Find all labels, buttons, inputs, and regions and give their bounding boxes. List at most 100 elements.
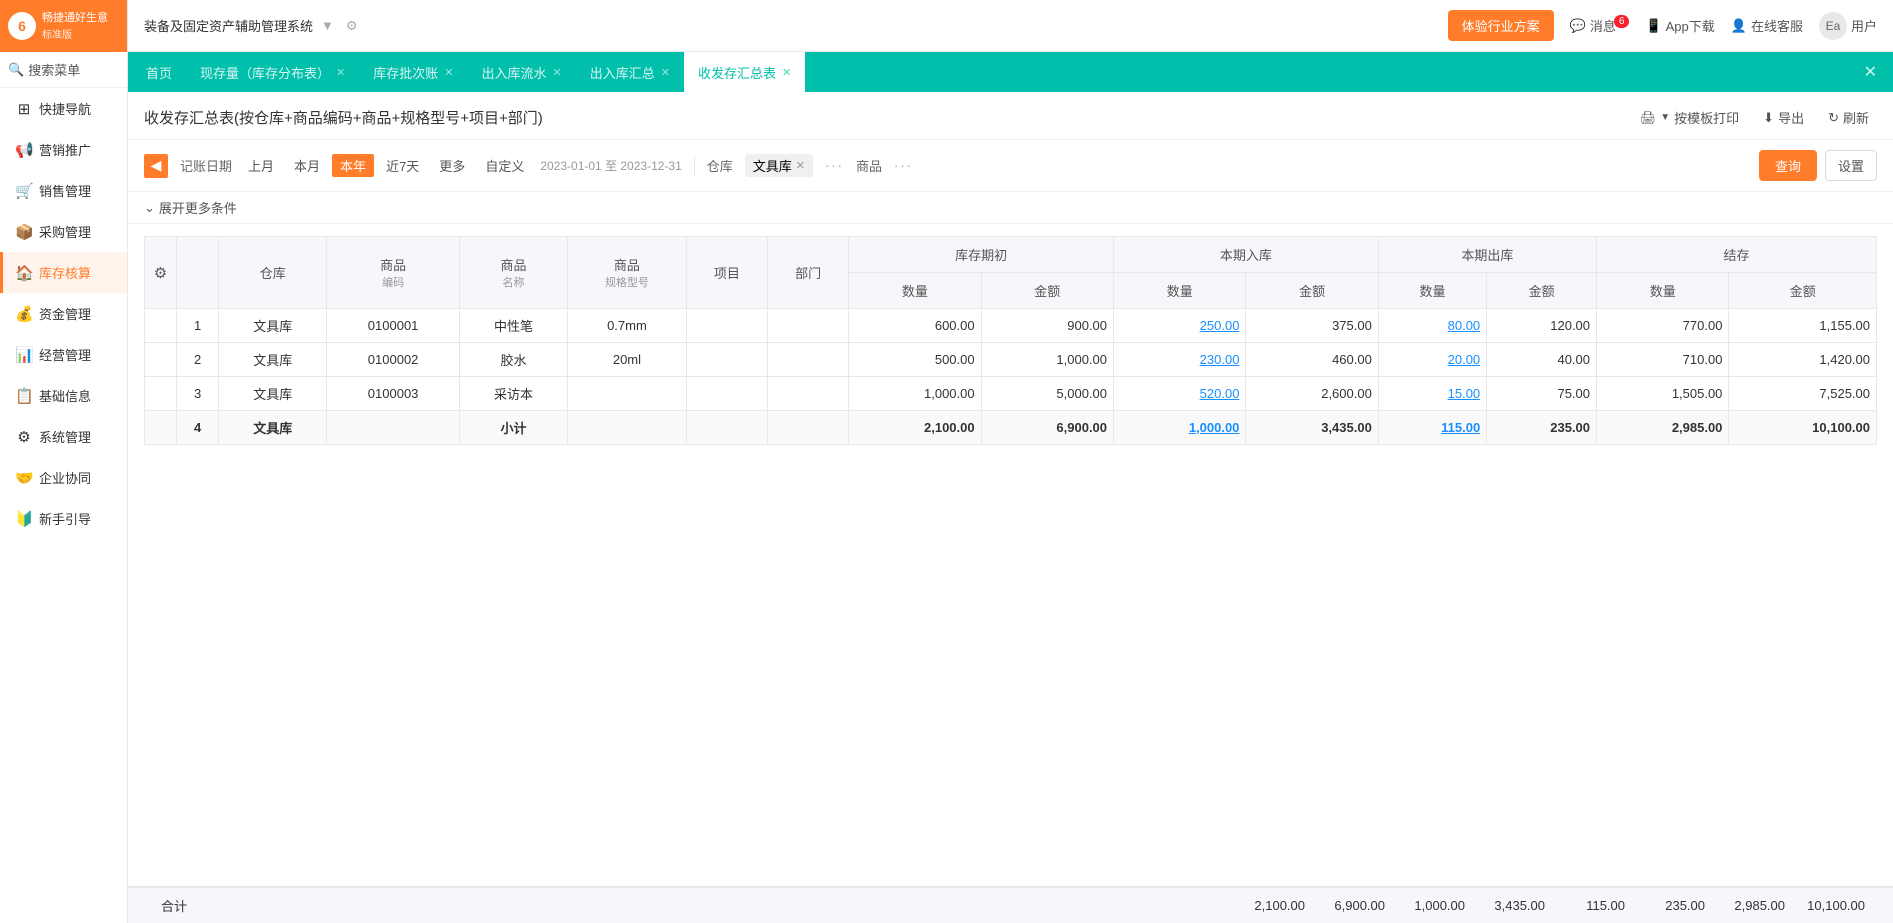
date-opt-last-month[interactable]: 上月 (240, 154, 282, 177)
tab-stock-dist-close[interactable]: ✕ (336, 66, 345, 79)
sidebar-item-quick-nav[interactable]: ⊞ 快捷导航 (0, 88, 127, 129)
sidebar-item-sales[interactable]: 🛒 销售管理 (0, 170, 127, 211)
sidebar-item-guide[interactable]: 🔰 新手引导 (0, 498, 127, 539)
export-button[interactable]: ⬇ 导出 (1755, 104, 1812, 131)
footer-out-qty: 115.00 (1557, 898, 1637, 913)
message-group[interactable]: 💬 消息 6 (1570, 16, 1630, 35)
message-icon: 💬 (1570, 18, 1586, 34)
warehouse-tag-close[interactable]: ✕ (796, 159, 805, 172)
service-icon: 👤 (1731, 18, 1747, 34)
table-row-2-warehouse-cell: 文具库 (219, 343, 327, 377)
tab-stock-summary[interactable]: 出入库汇总 ✕ (576, 52, 684, 92)
sidebar-item-finance[interactable]: 💰 资金管理 (0, 293, 127, 334)
th-in-qty: 数量 (1114, 273, 1246, 309)
export-icon: ⬇ (1763, 110, 1774, 126)
sidebar-item-operations[interactable]: 📊 经营管理 (0, 334, 127, 375)
tab-home[interactable]: 首页 (132, 52, 186, 92)
sidebar-item-label: 库存核算 (39, 263, 91, 282)
table-row-3-out-qty-cell[interactable]: 15.00 (1378, 377, 1486, 411)
date-filter-section: 记账日期 上月 本月 本年 近7天 更多 自定义 2023-01-01 至 20… (180, 154, 682, 177)
table-row-3-warehouse-cell: 文具库 (219, 377, 327, 411)
table-row-1-out-qty-cell[interactable]: 80.00 (1378, 309, 1486, 343)
tab-batch-ledger[interactable]: 库存批次账 ✕ (359, 52, 467, 92)
table-row-4-opening-qty-cell: 2,100.00 (849, 411, 981, 445)
date-opt-custom[interactable]: 自定义 (477, 154, 532, 177)
table-row-3-opening-amt-cell: 5,000.00 (981, 377, 1113, 411)
footer-opening-amt: 6,900.00 (1317, 898, 1397, 913)
expand-more-label: 展开更多条件 (159, 198, 237, 217)
tab-bar-close[interactable]: ✕ (1852, 62, 1889, 82)
table-settings-icon[interactable]: ⚙ (154, 265, 167, 282)
print-button[interactable]: 🖨 ▼ 按模板打印 (1632, 104, 1747, 131)
tab-stock-flow-label: 出入库流水 (481, 63, 546, 82)
filter-settings-button[interactable]: 设置 (1825, 150, 1877, 181)
footer-closing-qty: 2,985.00 (1717, 898, 1797, 913)
tab-stock-flow-close[interactable]: ✕ (553, 66, 562, 79)
tab-recv-send-summary[interactable]: 收发存汇总表 ✕ (684, 52, 805, 92)
guide-icon: 🔰 (15, 510, 33, 528)
tab-stock-flow[interactable]: 出入库流水 ✕ (467, 52, 575, 92)
expand-more-row: ⌄ 展开更多条件 (128, 192, 1893, 224)
tab-recv-send-summary-close[interactable]: ✕ (782, 66, 791, 79)
goods-more-dots[interactable]: ··· (894, 158, 913, 173)
trial-button[interactable]: 体验行业方案 (1448, 10, 1554, 41)
date-opt-7days[interactable]: 近7天 (378, 154, 427, 177)
sidebar-item-system[interactable]: ⚙ 系统管理 (0, 416, 127, 457)
refresh-icon: ↻ (1828, 110, 1839, 126)
table-row-4-goods-name-cell: 小计 (459, 411, 567, 445)
table-row-4-in-qty-cell[interactable]: 1,000.00 (1114, 411, 1246, 445)
tab-batch-ledger-close[interactable]: ✕ (444, 66, 453, 79)
date-opt-this-year[interactable]: 本年 (332, 154, 374, 177)
refresh-button[interactable]: ↻ 刷新 (1820, 104, 1877, 131)
table-row-1-in-amt-cell: 375.00 (1246, 309, 1378, 343)
query-button[interactable]: 查询 (1759, 150, 1817, 181)
dropdown-icon: ▼ (321, 18, 334, 33)
user-group[interactable]: Ea 用户 (1819, 12, 1877, 40)
main-area: 装备及固定资产辅助管理系统 ▼ ⚙ 体验行业方案 💬 消息 6 📱 App下载 … (128, 0, 1893, 923)
table-row-2-row-settings-cell (145, 343, 177, 377)
table-row-4-out-qty-cell[interactable]: 115.00 (1378, 411, 1486, 445)
table-row-2-goods-spec-cell: 20ml (568, 343, 687, 377)
table-row-1-in-qty-cell[interactable]: 250.00 (1114, 309, 1246, 343)
warehouse-more-dots[interactable]: ··· (825, 158, 844, 173)
th-goods-code: 商品编码 (327, 237, 459, 309)
table-row-2-in-qty-cell[interactable]: 230.00 (1114, 343, 1246, 377)
th-closing-amt: 金额 (1729, 273, 1877, 309)
date-opt-this-month[interactable]: 本月 (286, 154, 328, 177)
page-inner: 收发存汇总表(按仓库+商品编码+商品+规格型号+项目+部门) 🖨 ▼ 按模板打印… (128, 92, 1893, 886)
settings-icon[interactable]: ⚙ (346, 18, 358, 34)
expand-more-button[interactable]: ⌄ 展开更多条件 (144, 198, 237, 217)
sidebar-item-cooperation[interactable]: 🤝 企业协同 (0, 457, 127, 498)
date-opt-more[interactable]: 更多 (431, 154, 473, 177)
th-closing-qty: 数量 (1597, 273, 1729, 309)
table-row-3-row-num-cell: 3 (177, 377, 219, 411)
table-row-3-in-amt-cell: 2,600.00 (1246, 377, 1378, 411)
table-row-2-out-qty-cell[interactable]: 20.00 (1378, 343, 1486, 377)
date-range-display: 2023-01-01 至 2023-12-31 (540, 157, 681, 174)
table-row-4-in-amt-cell: 3,435.00 (1246, 411, 1378, 445)
online-service-group[interactable]: 👤 在线客服 (1731, 16, 1803, 35)
sidebar-item-basic-info[interactable]: 📋 基础信息 (0, 375, 127, 416)
table-row-1-goods-spec-cell: 0.7mm (568, 309, 687, 343)
filter-toggle-button[interactable]: ◀ (144, 154, 168, 178)
sidebar-logo: 6 畅捷通好生意 标准版 (0, 0, 127, 52)
date-filter-label: 记账日期 (180, 156, 232, 175)
table-row-3-in-qty-cell[interactable]: 520.00 (1114, 377, 1246, 411)
table-row-3-goods-code-cell: 0100003 (327, 377, 459, 411)
sidebar-item-purchase[interactable]: 📦 采购管理 (0, 211, 127, 252)
basic-info-icon: 📋 (15, 387, 33, 405)
tab-stock-summary-close[interactable]: ✕ (661, 66, 670, 79)
table-row-4-department-cell (767, 411, 848, 445)
sidebar-item-marketing[interactable]: 📢 营销推广 (0, 129, 127, 170)
table-row-3-goods-name-cell: 采访本 (459, 377, 567, 411)
app-download-group[interactable]: 📱 App下载 (1645, 16, 1714, 35)
search-menu-label: 搜索菜单 (28, 60, 80, 79)
search-menu-item[interactable]: 🔍 搜索菜单 (0, 52, 127, 88)
table-row-3-goods-spec-cell (568, 377, 687, 411)
toggle-icon: ◀ (151, 157, 162, 174)
table-row-4-goods-spec-cell (568, 411, 687, 445)
warehouse-filter-label: 仓库 (707, 156, 733, 175)
sidebar-item-inventory[interactable]: 🏠 库存核算 (0, 252, 127, 293)
tab-stock-dist[interactable]: 现存量（库存分布表） ✕ (186, 52, 359, 92)
sidebar-item-label: 营销推广 (39, 140, 91, 159)
